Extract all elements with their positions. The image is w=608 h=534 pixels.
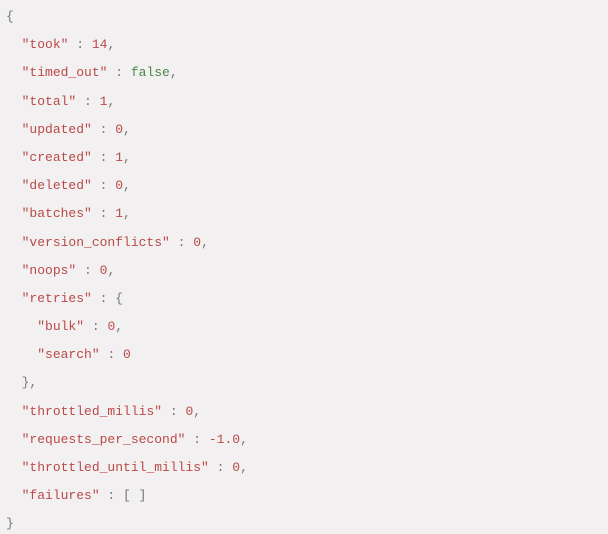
line-requests-per-second: "requests_per_second" : -1.0,: [6, 431, 608, 449]
line-open-brace: {: [6, 8, 608, 26]
line-bulk: "bulk" : 0,: [6, 318, 608, 336]
line-created: "created" : 1,: [6, 149, 608, 167]
line-retries-close: },: [6, 374, 608, 392]
line-noops: "noops" : 0,: [6, 262, 608, 280]
line-timed-out: "timed_out" : false,: [6, 64, 608, 82]
line-took: "took" : 14,: [6, 36, 608, 54]
line-failures: "failures" : [ ]: [6, 487, 608, 505]
line-search: "search" : 0: [6, 346, 608, 364]
line-throttled-until-millis: "throttled_until_millis" : 0,: [6, 459, 608, 477]
line-total: "total" : 1,: [6, 93, 608, 111]
line-close-brace: }: [6, 515, 608, 533]
line-updated: "updated" : 0,: [6, 121, 608, 139]
code-block: { "took" : 14, "timed_out" : false, "tot…: [6, 8, 608, 534]
line-version-conflicts: "version_conflicts" : 0,: [6, 234, 608, 252]
line-deleted: "deleted" : 0,: [6, 177, 608, 195]
line-batches: "batches" : 1,: [6, 205, 608, 223]
line-retries-open: "retries" : {: [6, 290, 608, 308]
line-throttled-millis: "throttled_millis" : 0,: [6, 403, 608, 421]
